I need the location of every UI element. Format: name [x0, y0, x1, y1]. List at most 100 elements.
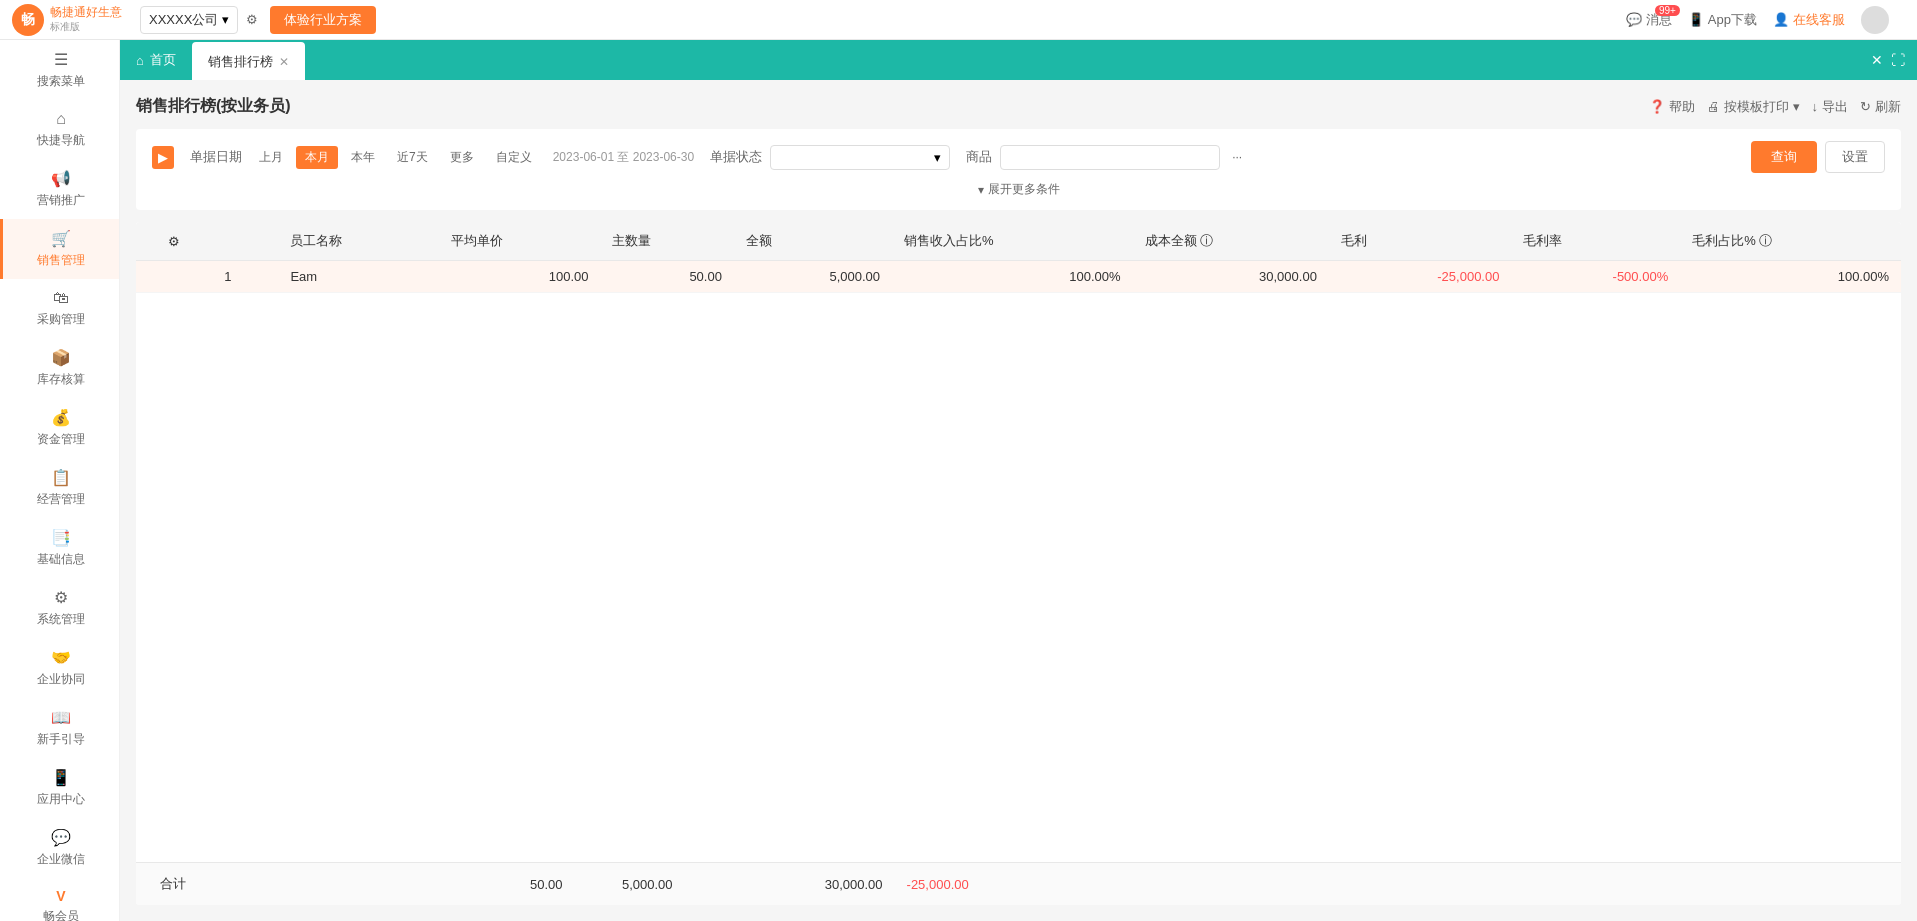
tab-bar: ⌂ 首页 销售排行榜 ✕ ✕ ⛶	[120, 40, 1917, 80]
sidebar-label-app-center: 应用中心	[37, 791, 85, 808]
app-center-icon: 📱	[51, 768, 71, 787]
filter-arrow-icon[interactable]: ▶	[152, 146, 174, 169]
filter-more-btn[interactable]: ···	[1232, 150, 1242, 164]
member-icon: V	[56, 888, 65, 904]
tab-close-window-icon[interactable]: ✕	[1871, 52, 1883, 68]
col-gross-pct: 毛利占比% ⓘ	[1680, 222, 1901, 261]
sidebar-item-new-guide[interactable]: 📖 新手引导	[0, 698, 119, 758]
expand-conditions-label: 展开更多条件	[988, 181, 1060, 198]
col-rank	[212, 222, 278, 261]
filter-goods-label: 商品	[966, 148, 992, 166]
query-button[interactable]: 查询	[1751, 141, 1817, 173]
company-settings-icon[interactable]: ⚙	[246, 12, 258, 27]
status-dropdown-icon: ▾	[934, 150, 941, 165]
sidebar-item-basics[interactable]: 📑 基础信息	[0, 518, 119, 578]
filter-date-item: 单据日期 上月 本月 本年 近7天 更多 自定义 2023-06-01 至 20…	[190, 146, 694, 169]
sidebar-label-basics: 基础信息	[37, 551, 85, 568]
expand-row: ▾ 展开更多条件	[152, 173, 1885, 198]
filter-status-select[interactable]: ▾	[770, 145, 950, 170]
filter-expand-arrow[interactable]: ▶	[152, 146, 174, 169]
set-button[interactable]: 设置	[1825, 141, 1885, 173]
page-title: 销售排行榜(按业务员)	[136, 96, 291, 117]
refresh-button[interactable]: ↻ 刷新	[1860, 98, 1901, 116]
row-cost-amount: 30,000.00	[1133, 261, 1329, 293]
table-row: 1 Eam 100.00 50.00 5,000.00 100.00% 30,0…	[136, 261, 1901, 293]
trial-button[interactable]: 体验行业方案	[270, 6, 376, 34]
export-label: 导出	[1822, 98, 1848, 116]
guide-icon: 📖	[51, 708, 71, 727]
sidebar-item-sales-mgmt[interactable]: 🛒 销售管理	[0, 219, 119, 279]
tab-home[interactable]: ⌂ 首页	[120, 40, 192, 80]
date-tab-more[interactable]: 更多	[441, 146, 483, 169]
sidebar-item-enterprise-collab[interactable]: 🤝 企业协同	[0, 638, 119, 698]
sidebar-item-marketing[interactable]: 📢 营销推广	[0, 159, 119, 219]
sidebar-item-operations[interactable]: 📋 经营管理	[0, 458, 119, 518]
print-icon: 🖨	[1707, 99, 1720, 114]
expand-conditions-button[interactable]: ▾ 展开更多条件	[978, 181, 1060, 198]
page-content: 销售排行榜(按业务员) ❓ 帮助 🖨 按模板打印 ▾ ↓ 导出	[120, 80, 1917, 921]
sidebar-item-inventory[interactable]: 📦 库存核算	[0, 338, 119, 398]
tab-close-icon[interactable]: ✕	[279, 55, 289, 69]
sidebar-label-member: 畅会员	[43, 908, 79, 921]
sidebar-item-quick-nav[interactable]: ⌂ 快捷导航	[0, 100, 119, 159]
avatar[interactable]	[1861, 6, 1889, 34]
sidebar-label-system: 系统管理	[37, 611, 85, 628]
sidebar-item-app-center[interactable]: 📱 应用中心	[0, 758, 119, 818]
sidebar-label-operations: 经营管理	[37, 491, 85, 508]
col-amount: 全额	[734, 222, 892, 261]
help-button[interactable]: ❓ 帮助	[1649, 98, 1695, 116]
marketing-icon: 📢	[51, 169, 71, 188]
col-gross-margin: 毛利率	[1511, 222, 1680, 261]
help-label: 帮助	[1669, 98, 1695, 116]
row-sales-pct: 100.00%	[892, 261, 1133, 293]
date-tab-this-month[interactable]: 本月	[296, 146, 338, 169]
sidebar-item-member[interactable]: V 畅会员	[0, 878, 119, 921]
basics-icon: 📑	[51, 528, 71, 547]
date-tab-last7days[interactable]: 近7天	[388, 146, 437, 169]
filter-goods-input[interactable]	[1000, 145, 1220, 170]
sidebar-label-marketing: 营销推广	[37, 192, 85, 209]
sidebar-item-enterprise-wechat[interactable]: 💬 企业微信	[0, 818, 119, 878]
page-header: 销售排行榜(按业务员) ❓ 帮助 🖨 按模板打印 ▾ ↓ 导出	[136, 96, 1901, 117]
sidebar-label-search: 搜索菜单	[37, 73, 85, 90]
system-icon: ⚙	[54, 588, 68, 607]
print-button[interactable]: 🖨 按模板打印 ▾	[1707, 98, 1800, 116]
col-avg-price: 平均单价	[439, 222, 600, 261]
print-label: 按模板打印	[1724, 98, 1789, 116]
sidebar-item-purchase-mgmt[interactable]: 🛍 采购管理	[0, 279, 119, 338]
tab-sales-ranking[interactable]: 销售排行榜 ✕	[192, 42, 305, 82]
tab-restore-icon[interactable]: ⛶	[1891, 52, 1905, 68]
sidebar-label-collab: 企业协同	[37, 671, 85, 688]
company-selector[interactable]: XXXXX公司 ▾	[140, 6, 238, 34]
date-tab-custom[interactable]: 自定义	[487, 146, 541, 169]
app-download-label: App下载	[1708, 11, 1757, 29]
filter-buttons: 查询 设置	[1751, 141, 1885, 173]
online-service-button[interactable]: 👤 在线客服	[1773, 11, 1845, 29]
logo-area: 畅 畅捷通好生意 标准版	[12, 4, 132, 36]
message-button[interactable]: 💬 消息 99+	[1626, 11, 1672, 29]
sidebar-item-finance[interactable]: 💰 资金管理	[0, 398, 119, 458]
date-tab-this-year[interactable]: 本年	[342, 146, 384, 169]
tab-bar-right: ✕ ⛶	[1871, 52, 1917, 68]
filter-row-1: ▶ 单据日期 上月 本月 本年 近7天 更多 自定义 2023-06-01 至 …	[152, 141, 1885, 173]
refresh-icon: ↻	[1860, 99, 1871, 114]
sidebar-label-purchase-mgmt: 采购管理	[37, 311, 85, 328]
date-tab-last-month[interactable]: 上月	[250, 146, 292, 169]
app-download-button[interactable]: 📱 App下载	[1688, 11, 1757, 29]
footer-cost-amount: 30,000.00	[785, 873, 895, 896]
inventory-icon: 📦	[51, 348, 71, 367]
header-actions: ❓ 帮助 🖨 按模板打印 ▾ ↓ 导出 ↻ 刷新	[1649, 98, 1902, 116]
expand-down-icon: ▾	[978, 183, 984, 197]
sidebar-item-system[interactable]: ⚙ 系统管理	[0, 578, 119, 638]
footer-row: 合计 50.00 5,000.00 30,000.00 -25,000.00	[148, 871, 1889, 897]
table-body: 1 Eam 100.00 50.00 5,000.00 100.00% 30,0…	[136, 261, 1901, 293]
logo-icon: 畅	[12, 4, 44, 36]
sidebar-item-search[interactable]: ☰ 搜索菜单	[0, 40, 119, 100]
date-range-text: 2023-06-01 至 2023-06-30	[553, 149, 694, 166]
export-icon: ↓	[1812, 99, 1819, 114]
online-service-label: 在线客服	[1793, 11, 1845, 29]
export-button[interactable]: ↓ 导出	[1812, 98, 1849, 116]
help-icon: ❓	[1649, 99, 1665, 114]
col-settings[interactable]: ⚙	[136, 222, 212, 261]
col-gross-profit: 毛利	[1329, 222, 1512, 261]
